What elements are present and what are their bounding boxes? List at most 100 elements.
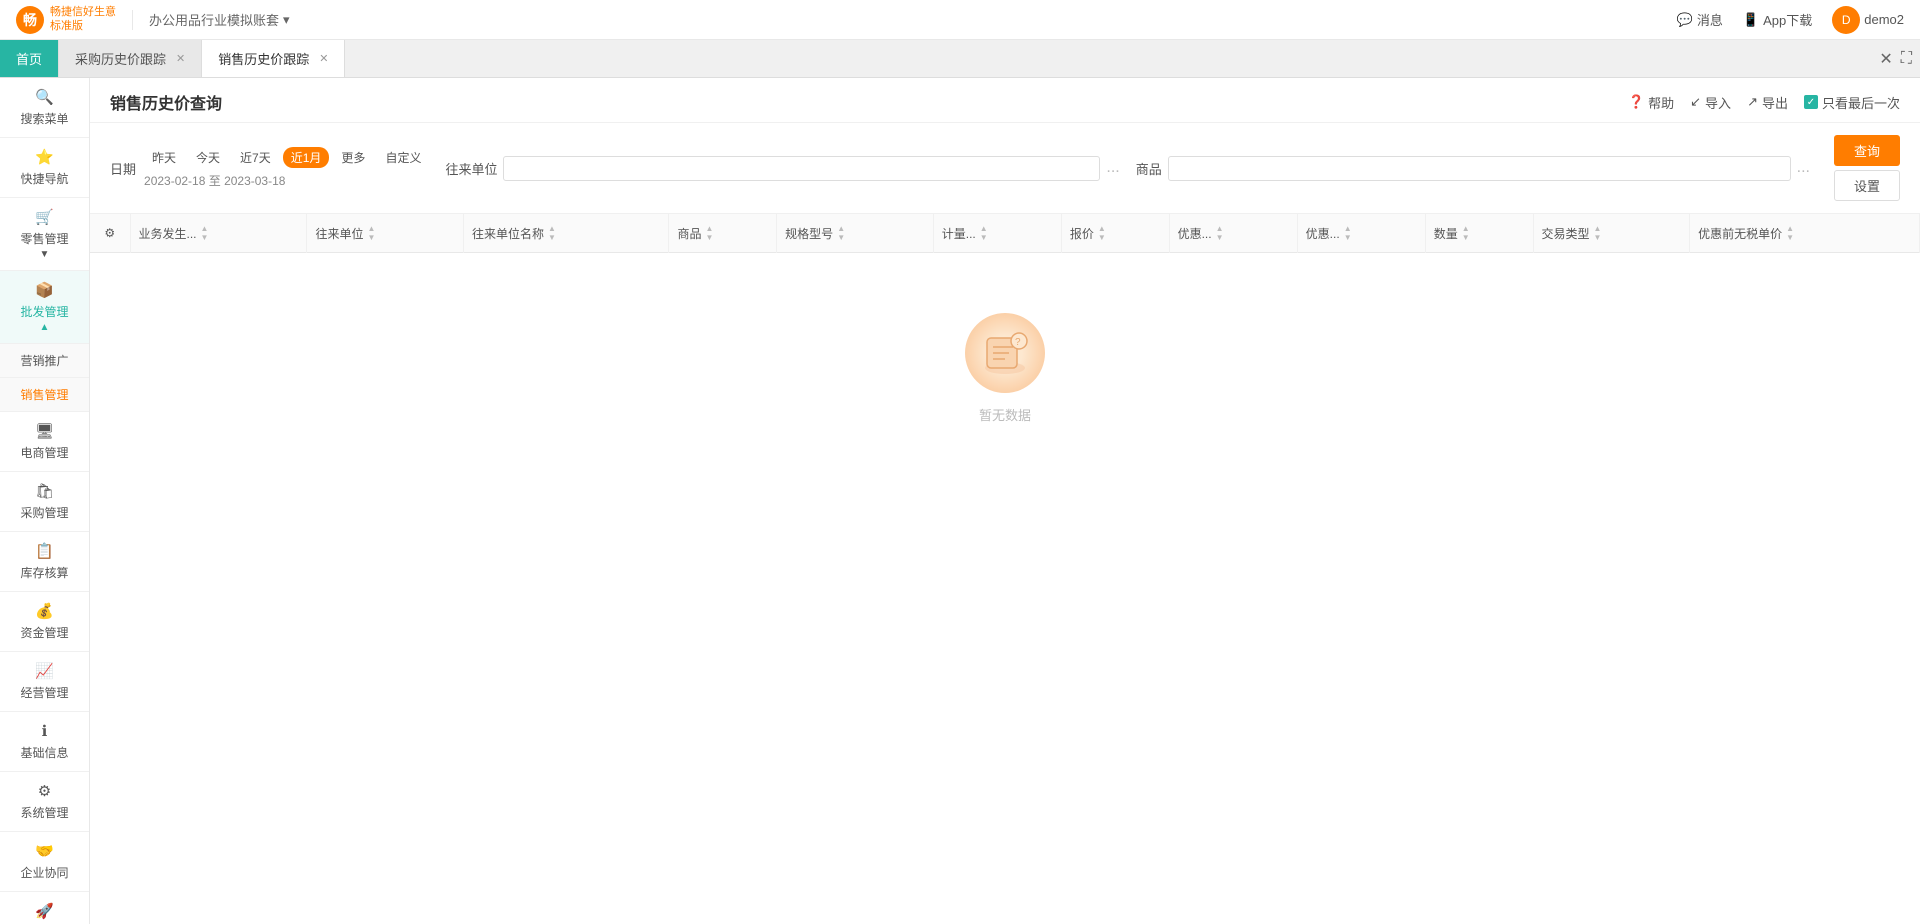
sort-icon: ▲▼ <box>980 224 988 242</box>
rocket-icon: 🚀 <box>35 902 54 920</box>
retail-icon: 🛒 <box>35 208 54 226</box>
empty-state: ? 暂无数据 <box>90 253 1920 484</box>
sidebar-item-inventory[interactable]: 📋 库存核算 <box>0 532 89 592</box>
col-pre-tax[interactable]: 优惠前无税单价 ▲▼ <box>1690 214 1920 253</box>
sidebar-item-quick-nav[interactable]: ⭐ 快捷导航 <box>0 138 89 198</box>
col-unit[interactable]: 计量... ▲▼ <box>933 214 1061 253</box>
breadcrumb-text: 办公用品行业模拟账套 <box>149 10 279 29</box>
col-product[interactable]: 商品 ▲▼ <box>669 214 777 253</box>
product-label: 商品 <box>1136 159 1162 178</box>
date-btn-7days[interactable]: 近7天 <box>232 147 279 168</box>
help-button[interactable]: ❓ 帮助 <box>1628 93 1674 112</box>
sidebar-sub-wholesale: 营销推广 销售管理 <box>0 344 89 412</box>
tab-purchase-history[interactable]: 采购历史价跟踪 ✕ <box>59 40 202 77</box>
sidebar-inventory-label: 库存核算 <box>20 564 68 581</box>
search-icon: 🔍 <box>35 88 54 106</box>
finance-icon: 💰 <box>35 602 54 620</box>
tab-purchase-close[interactable]: ✕ <box>176 52 185 65</box>
message-icon: 💬 <box>1677 12 1693 28</box>
download-icon: 📱 <box>1743 12 1759 28</box>
col-quote[interactable]: 报价 ▲▼ <box>1061 214 1169 253</box>
breadcrumb-select[interactable]: 办公用品行业模拟账套 ▾ <box>149 10 290 29</box>
sidebar-item-beginner[interactable]: 🚀 新手引导 <box>0 892 89 924</box>
main-layout: 🔍 搜索菜单 ⭐ 快捷导航 🛒 零售管理 ▼ 📦 批发管理 ▲ 营销推广 销售管… <box>0 78 1920 924</box>
only-last-label: 只看最后一次 <box>1822 93 1900 112</box>
import-icon: ↙ <box>1690 94 1701 110</box>
col-discount1[interactable]: 优惠... ▲▼ <box>1169 214 1297 253</box>
page-title: 销售历史价查询 <box>110 90 222 114</box>
user-menu[interactable]: D demo2 <box>1832 6 1904 34</box>
sidebar-item-wholesale[interactable]: 📦 批发管理 ▲ <box>0 271 89 344</box>
empty-image: ? <box>965 313 1045 393</box>
product-input[interactable] <box>1168 156 1791 181</box>
col-quantity[interactable]: 数量 ▲▼ <box>1425 214 1533 253</box>
sidebar-item-sales-mgmt[interactable]: 销售管理 <box>0 378 89 412</box>
app-download-button[interactable]: 📱 App下载 <box>1743 10 1812 29</box>
sidebar-purchase-label: 采购管理 <box>20 504 68 521</box>
only-last-checkbox[interactable]: ✓ 只看最后一次 <box>1804 93 1900 112</box>
sidebar-item-ecommerce[interactable]: 🖥 电商管理 <box>0 412 89 472</box>
date-btn-yesterday[interactable]: 昨天 <box>144 147 184 168</box>
date-label: 日期 <box>110 159 136 178</box>
sidebar-item-basic-info[interactable]: ℹ 基础信息 <box>0 712 89 772</box>
sort-icon: ▲▼ <box>1344 224 1352 242</box>
col-biz-date[interactable]: 业务发生... ▲▼ <box>130 214 307 253</box>
sidebar-system-label: 系统管理 <box>20 804 68 821</box>
tab-purchase-label: 采购历史价跟踪 <box>75 49 166 68</box>
empty-text: 暂无数据 <box>979 405 1031 424</box>
col-discount2[interactable]: 优惠... ▲▼ <box>1297 214 1425 253</box>
top-header: 畅 畅捷信好生意 标准版 办公用品行业模拟账套 ▾ 💬 消息 📱 App下载 D… <box>0 0 1920 40</box>
sort-icon: ▲▼ <box>1098 224 1106 242</box>
tab-home[interactable]: 首页 <box>0 40 59 77</box>
sidebar-ecommerce-label: 电商管理 <box>20 444 68 461</box>
col-partner-name[interactable]: 往来单位名称 ▲▼ <box>464 214 669 253</box>
date-btn-custom[interactable]: 自定义 <box>377 147 429 168</box>
col-partner-code[interactable]: 往来单位 ▲▼ <box>307 214 464 253</box>
sidebar-item-purchase[interactable]: 🛍 采购管理 <box>0 472 89 532</box>
data-table: ⚙ 业务发生... ▲▼ 往来单位 ▲▼ <box>90 214 1920 253</box>
gear-icon: ⚙ <box>38 782 51 800</box>
date-btn-today[interactable]: 今天 <box>188 147 228 168</box>
header-left: 畅 畅捷信好生意 标准版 办公用品行业模拟账套 ▾ <box>16 6 290 34</box>
import-button[interactable]: ↙ 导入 <box>1690 93 1731 112</box>
sidebar-item-enterprise[interactable]: 🤝 企业协同 <box>0 832 89 892</box>
date-btn-1month[interactable]: 近1月 <box>283 147 330 168</box>
export-button[interactable]: ↗ 导出 <box>1747 93 1788 112</box>
settings-icon[interactable]: ⚙ <box>104 226 115 240</box>
col-trade-type[interactable]: 交易类型 ▲▼ <box>1533 214 1690 253</box>
query-button[interactable]: 查询 <box>1834 135 1900 166</box>
sidebar-enterprise-label: 企业协同 <box>20 864 68 881</box>
partner-input[interactable] <box>503 156 1100 181</box>
page-actions: ❓ 帮助 ↙ 导入 ↗ 导出 ✓ 只看最后一次 <box>1628 93 1900 112</box>
chevron-up-icon: ▲ <box>40 322 50 333</box>
tab-sales-close[interactable]: ✕ <box>319 52 328 65</box>
partner-dots[interactable]: ... <box>1106 159 1119 177</box>
operations-icon: 📈 <box>35 662 54 680</box>
sidebar-item-marketing[interactable]: 营销推广 <box>0 344 89 378</box>
sidebar-item-retail[interactable]: 🛒 零售管理 ▼ <box>0 198 89 271</box>
sidebar-basicinfo-label: 基础信息 <box>20 744 68 761</box>
date-btn-more[interactable]: 更多 <box>333 147 373 168</box>
sidebar-item-finance[interactable]: 💰 资金管理 <box>0 592 89 652</box>
date-filter-group: 日期 昨天 今天 近7天 近1月 更多 自定义 2023-02-18 至 202… <box>110 147 429 189</box>
close-tab-button[interactable]: ✕ <box>1879 49 1892 69</box>
tab-sales-history[interactable]: 销售历史价跟踪 ✕ <box>202 40 345 77</box>
page-header: 销售历史价查询 ❓ 帮助 ↙ 导入 ↗ 导出 ✓ 只看最后一次 <box>90 78 1920 123</box>
header-right: 💬 消息 📱 App下载 D demo2 <box>1677 6 1904 34</box>
sidebar: 🔍 搜索菜单 ⭐ 快捷导航 🛒 零售管理 ▼ 📦 批发管理 ▲ 营销推广 销售管… <box>0 78 90 924</box>
setting-button[interactable]: 设置 <box>1834 170 1900 201</box>
message-button[interactable]: 💬 消息 <box>1677 10 1723 29</box>
export-label: 导出 <box>1762 93 1788 112</box>
username-label: demo2 <box>1864 12 1904 27</box>
sidebar-finance-label: 资金管理 <box>20 624 68 641</box>
wholesale-icon: 📦 <box>35 281 54 299</box>
sidebar-item-search[interactable]: 🔍 搜索菜单 <box>0 78 89 138</box>
col-spec[interactable]: 规格型号 ▲▼ <box>777 214 934 253</box>
sidebar-item-system[interactable]: ⚙ 系统管理 <box>0 772 89 832</box>
export-icon: ↗ <box>1747 94 1758 110</box>
empty-svg: ? <box>975 323 1035 383</box>
sidebar-item-operations[interactable]: 📈 经营管理 <box>0 652 89 712</box>
star-icon: ⭐ <box>35 148 54 166</box>
product-dots[interactable]: ... <box>1797 159 1810 177</box>
maximize-button[interactable]: ⛶ <box>1901 50 1912 68</box>
